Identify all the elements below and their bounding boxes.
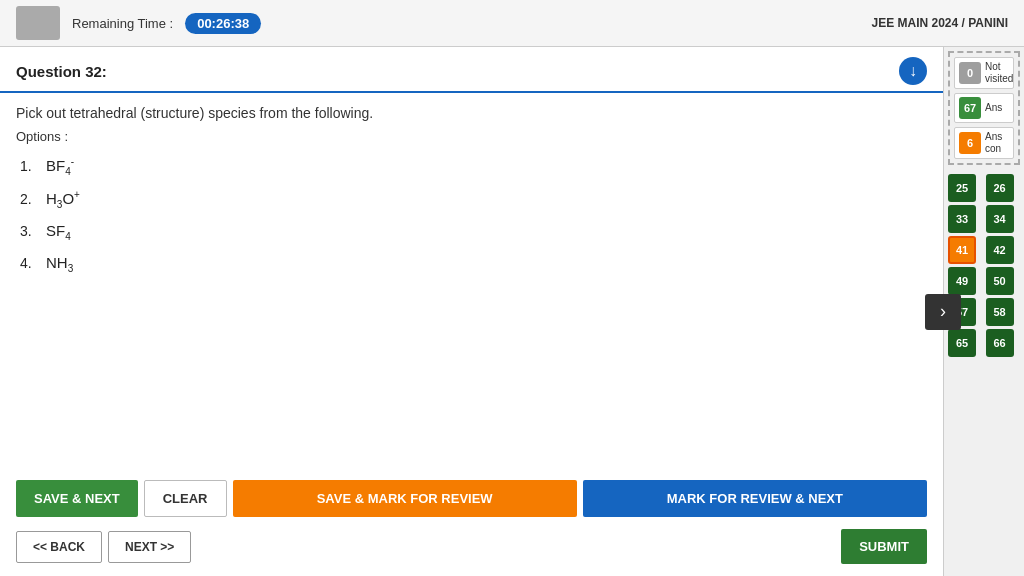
question-header: Question 32: ↓ bbox=[0, 47, 943, 93]
action-row: SAVE & NEXT CLEAR SAVE & MARK FOR REVIEW… bbox=[0, 470, 943, 523]
question-panel: Question 32: ↓ Pick out tetrahedral (str… bbox=[0, 47, 944, 576]
option-number: 4. bbox=[20, 255, 40, 271]
list-item[interactable]: 1. BF4- bbox=[20, 150, 927, 183]
back-button[interactable]: << BACK bbox=[16, 531, 102, 563]
remaining-label: Remaining Time : bbox=[72, 16, 173, 31]
list-item[interactable]: 3. SF4 bbox=[20, 216, 927, 248]
exam-info: JEE MAIN 2024 / PANINI bbox=[872, 16, 1009, 30]
question-text: Pick out tetrahedral (structure) species… bbox=[16, 105, 927, 121]
save-mark-review-button[interactable]: SAVE & MARK FOR REVIEW bbox=[233, 480, 577, 517]
mark-review-next-button[interactable]: MARK FOR REVIEW & NEXT bbox=[583, 480, 927, 517]
answered-badge: 67 bbox=[959, 97, 981, 119]
next-arrow-button[interactable]: › bbox=[925, 294, 961, 330]
option-text: BF4- bbox=[46, 156, 74, 177]
options-list: 1. BF4- 2. H3O+ 3. SF4 4. NH3 bbox=[20, 150, 927, 280]
list-item[interactable]: 4. NH3 bbox=[20, 248, 927, 280]
not-visited-label: Not visited bbox=[985, 61, 1013, 85]
question-number-cell[interactable]: 50 bbox=[986, 267, 1014, 295]
question-number-cell[interactable]: 41 bbox=[948, 236, 976, 264]
nav-row: << BACK NEXT >> SUBMIT bbox=[0, 523, 943, 576]
option-text: H3O+ bbox=[46, 189, 80, 210]
option-number: 3. bbox=[20, 223, 40, 239]
download-button[interactable]: ↓ bbox=[899, 57, 927, 85]
marked-badge: 6 bbox=[959, 132, 981, 154]
option-number: 2. bbox=[20, 191, 40, 207]
not-visited-badge: 0 bbox=[959, 62, 981, 84]
answered-label: Ans bbox=[985, 102, 1002, 114]
question-number-cell[interactable]: 49 bbox=[948, 267, 976, 295]
question-number-cell[interactable]: 25 bbox=[948, 174, 976, 202]
option-text: NH3 bbox=[46, 254, 73, 274]
question-body: Pick out tetrahedral (structure) species… bbox=[0, 93, 943, 286]
option-number: 1. bbox=[20, 158, 40, 174]
question-number-cell[interactable]: 65 bbox=[948, 329, 976, 357]
clear-button[interactable]: CLEAR bbox=[144, 480, 227, 517]
sidebar-legend: 0 Not visited 67 Ans 6 Ans con bbox=[948, 51, 1020, 165]
next-button[interactable]: NEXT >> bbox=[108, 531, 191, 563]
question-number-cell[interactable]: 34 bbox=[986, 205, 1014, 233]
list-item[interactable]: 2. H3O+ bbox=[20, 183, 927, 216]
top-bar: Remaining Time : 00:26:38 JEE MAIN 2024 … bbox=[0, 0, 1024, 47]
question-number-cell[interactable]: 26 bbox=[986, 174, 1014, 202]
marked-label: Ans con bbox=[985, 131, 1009, 155]
timer-display: 00:26:38 bbox=[185, 13, 261, 34]
answered-section: 67 Ans bbox=[954, 93, 1014, 123]
marked-section: 6 Ans con bbox=[954, 127, 1014, 159]
main-area: Question 32: ↓ Pick out tetrahedral (str… bbox=[0, 47, 1024, 576]
option-text: SF4 bbox=[46, 222, 71, 242]
submit-button[interactable]: SUBMIT bbox=[841, 529, 927, 564]
question-number-cell[interactable]: 33 bbox=[948, 205, 976, 233]
options-label: Options : bbox=[16, 129, 927, 144]
question-number-grid: 252633344142495057586566 bbox=[948, 174, 1020, 357]
question-number-cell[interactable]: 58 bbox=[986, 298, 1014, 326]
question-number: Question 32: bbox=[16, 63, 107, 80]
not-visited-section: 0 Not visited bbox=[954, 57, 1014, 89]
avatar bbox=[16, 6, 60, 40]
save-next-button[interactable]: SAVE & NEXT bbox=[16, 480, 138, 517]
question-number-cell[interactable]: 42 bbox=[986, 236, 1014, 264]
question-number-cell[interactable]: 66 bbox=[986, 329, 1014, 357]
